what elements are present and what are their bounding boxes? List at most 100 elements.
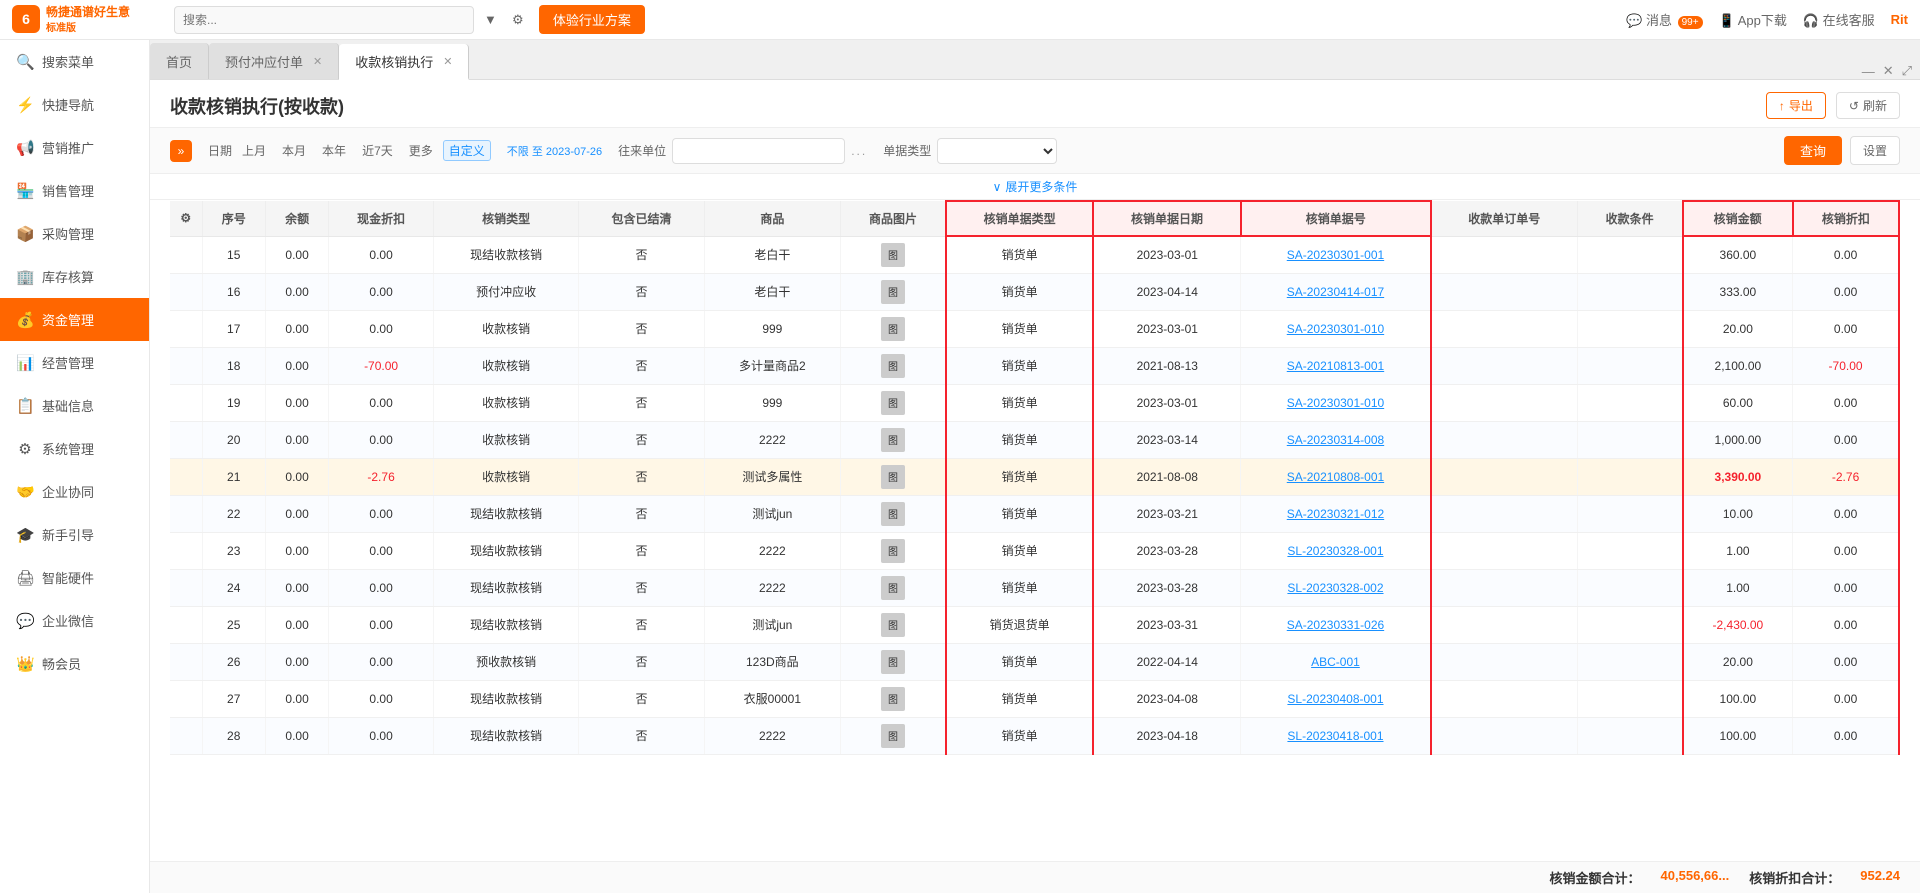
sidebar-item-5[interactable]: 🏢库存核算	[0, 255, 149, 298]
last7-btn[interactable]: 近7天	[356, 140, 399, 161]
td-bill-no: SL-20230328-002	[1241, 569, 1431, 606]
filter-toggle[interactable]: »	[170, 140, 192, 162]
tab-item-0[interactable]: 首页	[150, 43, 209, 79]
tab-label-0: 首页	[166, 52, 192, 71]
this-month-btn[interactable]: 本月	[276, 140, 312, 161]
td-writeoff-type: 收款核销	[433, 310, 579, 347]
sidebar-item-8[interactable]: 📋基础信息	[0, 384, 149, 427]
td-gear	[170, 273, 202, 310]
bill-no-link[interactable]: SA-20230321-012	[1287, 507, 1384, 521]
sidebar-item-0[interactable]: 🔍搜索菜单	[0, 40, 149, 83]
online-service-link[interactable]: 🎧 在线客服	[1803, 10, 1875, 29]
sidebar-item-13[interactable]: 💬企业微信	[0, 599, 149, 642]
bill-no-link[interactable]: SA-20230301-001	[1287, 248, 1384, 262]
td-bill-type: 销货单	[946, 421, 1093, 458]
bill-no-link[interactable]: SA-20210813-001	[1287, 359, 1384, 373]
sidebar-label-12: 智能硬件	[42, 568, 94, 587]
top-bar: 6 畅捷通谱好生意 标准版 ▼ ⚙ 体验行业方案 💬 消息 99+ 📱 App下…	[0, 0, 1920, 40]
bill-no-link[interactable]: SL-20230328-001	[1287, 544, 1383, 558]
bill-no-link[interactable]: SL-20230418-001	[1287, 729, 1383, 743]
dropdown-toggle[interactable]: ▼	[484, 12, 497, 27]
td-writeoff-discount: 0.00	[1793, 236, 1899, 273]
bill-no-link[interactable]: ABC-001	[1311, 655, 1360, 669]
tab-close-icon[interactable]: ✕	[1883, 63, 1894, 79]
sidebar-item-9[interactable]: ⚙系统管理	[0, 427, 149, 470]
td-include-settled: 否	[579, 532, 704, 569]
sidebar-label-7: 经营管理	[42, 353, 94, 372]
table-row: 20 0.00 0.00 收款核销 否 2222 图 销货单 2023-03-1…	[170, 421, 1899, 458]
tab-close-2[interactable]: ✕	[443, 55, 452, 68]
td-seq: 19	[202, 384, 265, 421]
sidebar-label-2: 营销推广	[42, 138, 94, 157]
sidebar-item-10[interactable]: 🤝企业协同	[0, 470, 149, 513]
td-gear	[170, 236, 202, 273]
td-writeoff-discount: 0.00	[1793, 310, 1899, 347]
gear-icon[interactable]: ⚙	[507, 9, 529, 31]
td-receipt-terms	[1577, 347, 1682, 384]
sidebar-item-3[interactable]: 🏪销售管理	[0, 169, 149, 212]
sidebar-item-12[interactable]: 🖨 智能硬件	[0, 556, 149, 599]
partner-input[interactable]	[672, 138, 845, 164]
th-gear[interactable]: ⚙	[170, 201, 202, 236]
more-date-btn[interactable]: 更多	[403, 140, 439, 161]
td-gear	[170, 532, 202, 569]
bill-no-link[interactable]: SL-20230328-002	[1287, 581, 1383, 595]
td-seq: 27	[202, 680, 265, 717]
td-balance: 0.00	[265, 384, 328, 421]
sidebar-icon-12: 🖨	[16, 569, 34, 587]
bill-no-link[interactable]: SA-20230331-026	[1287, 618, 1384, 632]
tab-minimize-icon[interactable]: —	[1862, 64, 1875, 79]
setting-button[interactable]: 设置	[1850, 136, 1900, 165]
last-month-btn[interactable]: 上月	[236, 140, 272, 161]
sidebar-item-2[interactable]: 📢营销推广	[0, 126, 149, 169]
bill-no-link[interactable]: SL-20230408-001	[1287, 692, 1383, 706]
bill-no-link[interactable]: SA-20230314-008	[1287, 433, 1384, 447]
sidebar-icon-1: ⚡	[16, 96, 34, 114]
sidebar-item-6[interactable]: 💰资金管理	[0, 298, 149, 341]
sidebar-item-7[interactable]: 📊 经营管理	[0, 341, 149, 384]
tab-item-1[interactable]: 预付冲应付单✕	[209, 43, 339, 79]
td-balance: 0.00	[265, 236, 328, 273]
query-button[interactable]: 查询	[1784, 136, 1842, 165]
export-button[interactable]: ↑ 导出	[1766, 92, 1826, 119]
td-receipt-order-no	[1431, 680, 1578, 717]
td-writeoff-type: 现结收款核销	[433, 569, 579, 606]
tab-close-1[interactable]: ✕	[313, 55, 322, 68]
bill-no-link[interactable]: SA-20230301-010	[1287, 322, 1384, 336]
custom-date-btn[interactable]: 自定义	[443, 140, 491, 161]
top-bar-center: ▼ ⚙ 体验行业方案	[174, 5, 1614, 34]
bill-no-link[interactable]: SA-20230301-010	[1287, 396, 1384, 410]
search-input[interactable]	[174, 6, 474, 34]
user-name[interactable]: Rit	[1891, 12, 1908, 27]
expand-filter-btn[interactable]: ∨ 展开更多条件	[993, 178, 1078, 195]
td-writeoff-type: 现结收款核销	[433, 532, 579, 569]
td-receipt-order-no	[1431, 643, 1578, 680]
sidebar-item-4[interactable]: 📦采购管理	[0, 212, 149, 255]
footer-amount-label: 核销金额合计：	[1550, 868, 1641, 887]
sidebar-item-14[interactable]: 👑畅会员	[0, 642, 149, 685]
table-row: 27 0.00 0.00 现结收款核销 否 衣服00001 图 销货单 2023…	[170, 680, 1899, 717]
order-type-select[interactable]	[937, 138, 1057, 164]
sidebar-item-1[interactable]: ⚡快捷导航	[0, 83, 149, 126]
chevron-down-icon: ∨	[993, 180, 1002, 194]
app-download-link[interactable]: 📱 App下载	[1719, 10, 1787, 29]
sidebar-item-11[interactable]: 🎓新手引导	[0, 513, 149, 556]
refresh-button[interactable]: ↺ 刷新	[1836, 92, 1900, 119]
tab-expand-icon[interactable]: ⤢	[1902, 63, 1912, 79]
messages-link[interactable]: 💬 消息 99+	[1626, 10, 1702, 29]
trial-button[interactable]: 体验行业方案	[539, 5, 645, 34]
bill-no-link[interactable]: SA-20230414-017	[1287, 285, 1384, 299]
td-balance: 0.00	[265, 532, 328, 569]
td-writeoff-discount: 0.00	[1793, 643, 1899, 680]
sidebar-icon-7: 📊	[16, 354, 34, 372]
td-writeoff-type: 现结收款核销	[433, 495, 579, 532]
td-bill-no: SL-20230418-001	[1241, 717, 1431, 754]
td-writeoff-amount: -2,430.00	[1683, 606, 1793, 643]
th-writeoff-amount: 核销金额	[1683, 201, 1793, 236]
this-year-btn[interactable]: 本年	[316, 140, 352, 161]
td-cash-discount: 0.00	[329, 384, 434, 421]
td-receipt-terms	[1577, 606, 1682, 643]
td-goods-image: 图	[841, 532, 946, 569]
tab-item-2[interactable]: 收款核销执行✕	[339, 44, 469, 80]
bill-no-link[interactable]: SA-20210808-001	[1287, 470, 1384, 484]
